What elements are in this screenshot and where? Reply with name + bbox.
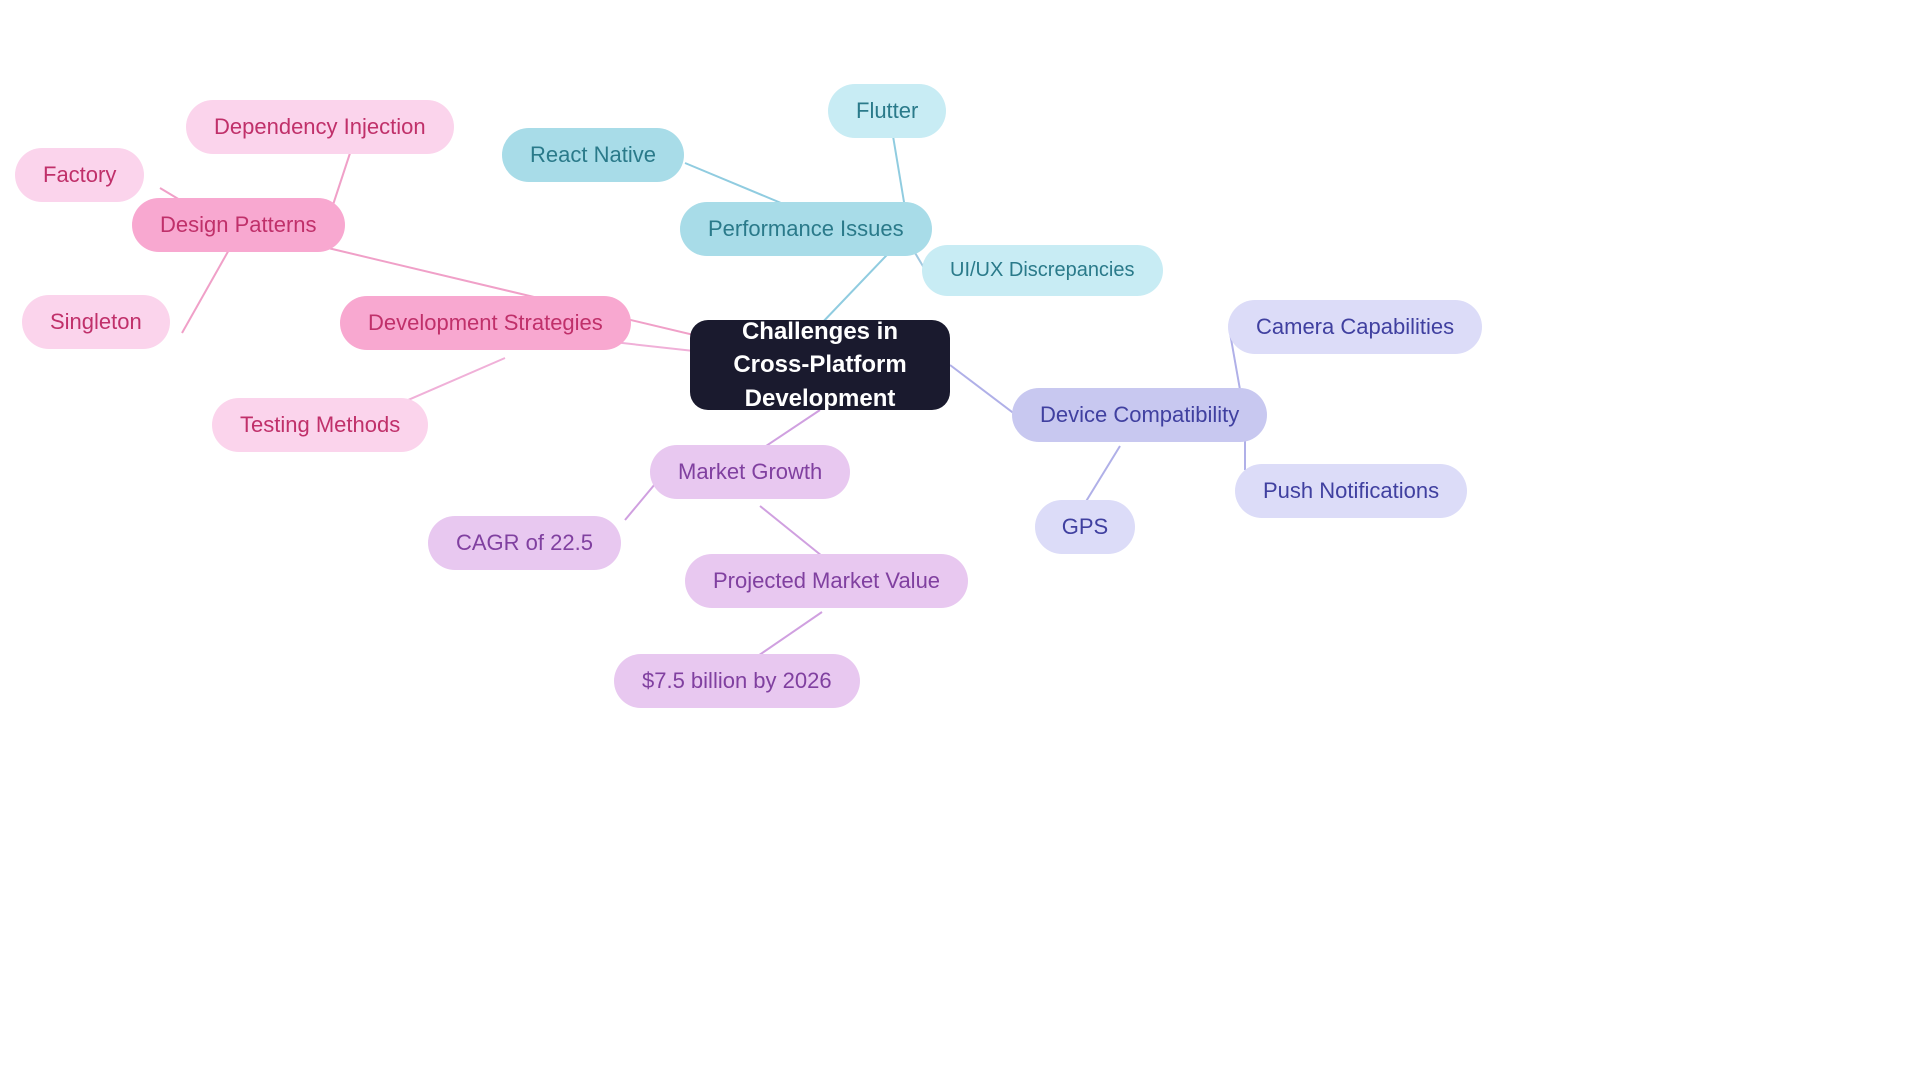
flutter-node[interactable]: Flutter bbox=[828, 84, 946, 138]
design-patterns-node[interactable]: Design Patterns bbox=[132, 198, 345, 252]
development-strategies-node[interactable]: Development Strategies bbox=[340, 296, 631, 350]
gps-node[interactable]: GPS bbox=[1035, 500, 1135, 554]
push-notifications-node[interactable]: Push Notifications bbox=[1235, 464, 1467, 518]
uiux-discrepancies-node[interactable]: UI/UX Discrepancies bbox=[922, 245, 1163, 296]
75billion-node[interactable]: $7.5 billion by 2026 bbox=[614, 654, 860, 708]
cagr-node[interactable]: CAGR of 22.5 bbox=[428, 516, 621, 570]
singleton-node[interactable]: Singleton bbox=[22, 295, 170, 349]
device-compatibility-node[interactable]: Device Compatibility bbox=[1012, 388, 1267, 442]
center-node[interactable]: Challenges in Cross-Platform Development bbox=[690, 320, 950, 410]
react-native-node[interactable]: React Native bbox=[502, 128, 684, 182]
testing-methods-node[interactable]: Testing Methods bbox=[212, 398, 428, 452]
center-label: Challenges in Cross-Platform Development bbox=[726, 315, 914, 416]
projected-market-value-node[interactable]: Projected Market Value bbox=[685, 554, 968, 608]
camera-capabilities-node[interactable]: Camera Capabilities bbox=[1228, 300, 1482, 354]
market-growth-node[interactable]: Market Growth bbox=[650, 445, 850, 499]
factory-node[interactable]: Factory bbox=[15, 148, 144, 202]
performance-issues-node[interactable]: Performance Issues bbox=[680, 202, 932, 256]
dependency-injection-node[interactable]: Dependency Injection bbox=[186, 100, 454, 154]
